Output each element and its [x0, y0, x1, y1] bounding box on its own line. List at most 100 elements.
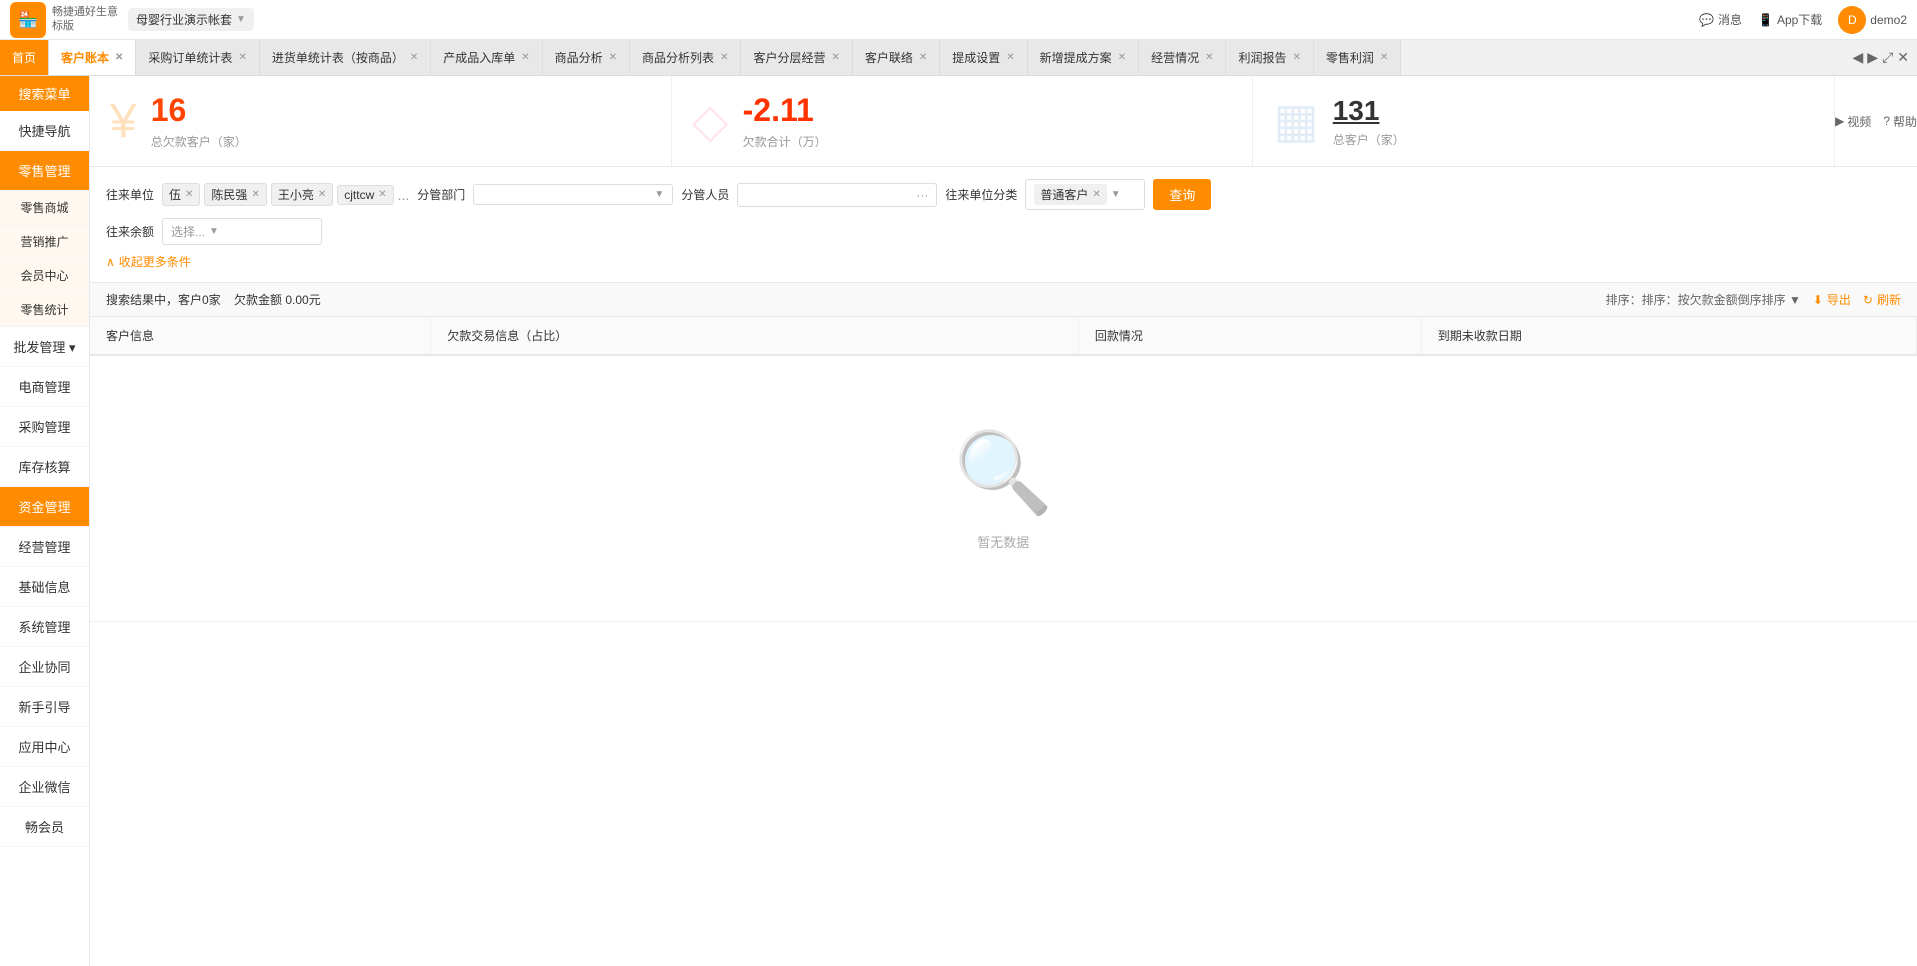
sidebar-item-enterprise[interactable]: 企业协同 [0, 647, 89, 687]
tab-next-icon[interactable]: ▶ [1867, 49, 1878, 66]
tab-expand-icon[interactable]: ⤢ [1882, 49, 1893, 66]
top-header: 🏪 畅捷通好生意 标版 母婴行业演示帐套 ▼ 💬 消息 📱 App下载 D de… [0, 0, 1917, 40]
video-button[interactable]: ▶ 视频 [1835, 113, 1871, 130]
result-actions: 排序：排序：按欠款金额倒序排序 ▼ ⬇ 导出 ↻ 刷新 [1606, 291, 1901, 308]
sidebar-item-basic-info[interactable]: 基础信息 [0, 567, 89, 607]
message-icon: 💬 [1699, 13, 1714, 27]
sidebar-item-member2[interactable]: 畅会员 [0, 807, 89, 847]
tab-customer-contact[interactable]: 客户联络 ✕ [853, 40, 940, 75]
sidebar-item-quick-nav[interactable]: 快捷导航 [0, 111, 89, 151]
industry-selector[interactable]: 母婴行业演示帐套 ▼ [128, 8, 254, 31]
export-button[interactable]: ⬇ 导出 [1813, 291, 1851, 308]
sidebar-item-new-guide[interactable]: 新手引导 [0, 687, 89, 727]
user-profile[interactable]: D demo2 [1838, 6, 1907, 34]
sidebar-item-member[interactable]: 会员中心 [0, 259, 89, 293]
sidebar-item-retail-stats[interactable]: 零售统计 [0, 293, 89, 327]
stats-bar: ¥ 16 总欠款客户（家） ◇ -2.11 欠款合计（万） ▦ 131 总客户（… [90, 76, 1917, 167]
unit-tag-wu: 伍 ✕ [162, 183, 200, 206]
stat-amount-number: -2.11 [743, 92, 827, 129]
tab-prev-icon[interactable]: ◀ [1853, 49, 1864, 66]
tab-home[interactable]: 首页 [0, 40, 49, 75]
sidebar-item-system[interactable]: 系统管理 [0, 607, 89, 647]
sort-label: 排序：排序：按欠款金额倒序排序 ▼ [1606, 291, 1801, 308]
remove-tag-wu[interactable]: ✕ [185, 189, 193, 200]
chevron-down-icon: ▾ [69, 340, 76, 355]
table-area: 客户信息 欠款交易信息（占比） 回款情况 到期未收款日期 🔍 暂无数据 [90, 317, 1917, 966]
close-icon[interactable]: ✕ [1380, 52, 1388, 63]
tab-new-promote[interactable]: 新增提成方案 ✕ [1028, 40, 1139, 75]
sidebar-item-retail[interactable]: 零售管理 [0, 151, 89, 191]
tab-promote-settings[interactable]: 提成设置 ✕ [940, 40, 1027, 75]
tab-customer-tier[interactable]: 客户分层经营 ✕ [741, 40, 852, 75]
sidebar-item-wholesale[interactable]: 批发管理 ▾ [0, 327, 89, 367]
close-icon[interactable]: ✕ [521, 52, 529, 63]
sidebar-item-purchase[interactable]: 采购管理 [0, 407, 89, 447]
query-button[interactable]: 查询 [1153, 179, 1211, 210]
tab-retail-profit[interactable]: 零售利润 ✕ [1314, 40, 1401, 75]
tab-bar: 首页 客户账本 ✕ 采购订单统计表 ✕ 进货单统计表（按商品） ✕ 产成品入库单… [0, 40, 1917, 76]
tab-operation-status[interactable]: 经营情况 ✕ [1139, 40, 1226, 75]
stat-total-number: 131 [1333, 95, 1405, 127]
tab-customer-book[interactable]: 客户账本 ✕ [49, 40, 136, 75]
remove-tag-cj[interactable]: ✕ [378, 189, 386, 200]
data-table: 客户信息 欠款交易信息（占比） 回款情况 到期未收款日期 🔍 暂无数据 [90, 317, 1917, 622]
tab-produce-stock[interactable]: 产成品入库单 ✕ [431, 40, 542, 75]
close-icon[interactable]: ✕ [1006, 52, 1014, 63]
close-icon[interactable]: ✕ [1293, 52, 1301, 63]
download-icon: 📱 [1758, 13, 1773, 27]
sidebar-item-finance[interactable]: 资金管理 [0, 487, 89, 527]
result-summary: 搜索结果中，客户0家 欠款金额 0.00元 [106, 291, 321, 308]
sidebar-item-inventory[interactable]: 库存核算 [0, 447, 89, 487]
unit-tags: 伍 ✕ 陈民强 ✕ 王小亮 ✕ cjttcw ✕ ... [162, 183, 409, 206]
sidebar-item-marketing[interactable]: 营销推广 [0, 225, 89, 259]
tab-purchase-order-stats[interactable]: 采购订单统计表 ✕ [136, 40, 259, 75]
help-button[interactable]: ? 帮助 [1883, 113, 1917, 130]
col-repay-info: 回款情况 [1078, 317, 1421, 355]
sidebar-item-retail-mall[interactable]: 零售商城 [0, 191, 89, 225]
remove-tag-wang[interactable]: ✕ [318, 189, 326, 200]
chevron-down-icon: ▼ [654, 189, 664, 200]
tab-goods-analysis-list[interactable]: 商品分析列表 ✕ [630, 40, 741, 75]
tab-profit-report[interactable]: 利润报告 ✕ [1226, 40, 1313, 75]
close-icon[interactable]: ✕ [238, 52, 246, 63]
avatar: D [1838, 6, 1866, 34]
refresh-button[interactable]: ↻ 刷新 [1863, 291, 1901, 308]
close-icon[interactable]: ✕ [609, 52, 617, 63]
close-icon[interactable]: ✕ [1118, 52, 1126, 63]
balance-label: 往来余额 [106, 223, 154, 240]
remove-tag-chen[interactable]: ✕ [251, 189, 259, 200]
collapse-button[interactable]: ∧ 收起更多条件 [106, 253, 1901, 270]
sidebar-item-app-center[interactable]: 应用中心 [0, 727, 89, 767]
close-icon[interactable]: ✕ [410, 52, 418, 63]
empty-icon: 🔍 [953, 426, 1053, 520]
filter-area: 往来单位 伍 ✕ 陈民强 ✕ 王小亮 ✕ cjttcw [90, 167, 1917, 283]
stat-amount-icon: ◇ [692, 93, 729, 149]
sidebar-search-label[interactable]: 搜索菜单 [0, 76, 89, 111]
balance-select[interactable]: 选择... ▼ [162, 218, 322, 245]
close-icon[interactable]: ✕ [1205, 52, 1213, 63]
more-tags[interactable]: ... [398, 187, 410, 203]
tab-goods-analysis[interactable]: 商品分析 ✕ [543, 40, 630, 75]
department-select[interactable]: ▼ [473, 184, 673, 205]
logo-text: 畅捷通好生意 标版 [52, 6, 118, 32]
close-icon[interactable]: ✕ [115, 52, 123, 63]
sidebar-item-wechat[interactable]: 企业微信 [0, 767, 89, 807]
remove-unit-type-tag[interactable]: ✕ [1092, 189, 1100, 200]
empty-text: 暂无数据 [977, 532, 1029, 551]
app-download-button[interactable]: 📱 App下载 [1758, 11, 1822, 28]
stat-total-label: 总客户（家） [1333, 131, 1405, 148]
messages-button[interactable]: 💬 消息 [1699, 11, 1742, 28]
sidebar-item-ecommerce[interactable]: 电商管理 [0, 367, 89, 407]
sidebar-item-operations[interactable]: 经营管理 [0, 527, 89, 567]
chevron-down-icon[interactable]: ▼ [1789, 293, 1801, 307]
close-icon[interactable]: ✕ [720, 52, 728, 63]
stat-customers-number: 16 [151, 92, 247, 129]
stat-amount: ◇ -2.11 欠款合计（万） [672, 76, 1254, 166]
close-icon[interactable]: ✕ [919, 52, 927, 63]
close-icon[interactable]: ✕ [831, 52, 839, 63]
unit-type-select[interactable]: 普通客户 ✕ ▼ [1025, 179, 1145, 210]
tab-goods-stats[interactable]: 进货单统计表（按商品） ✕ [260, 40, 431, 75]
tab-close-all-icon[interactable]: ✕ [1897, 49, 1909, 66]
staff-select[interactable]: ··· [737, 183, 937, 207]
chevron-down-icon: ▼ [209, 226, 219, 237]
